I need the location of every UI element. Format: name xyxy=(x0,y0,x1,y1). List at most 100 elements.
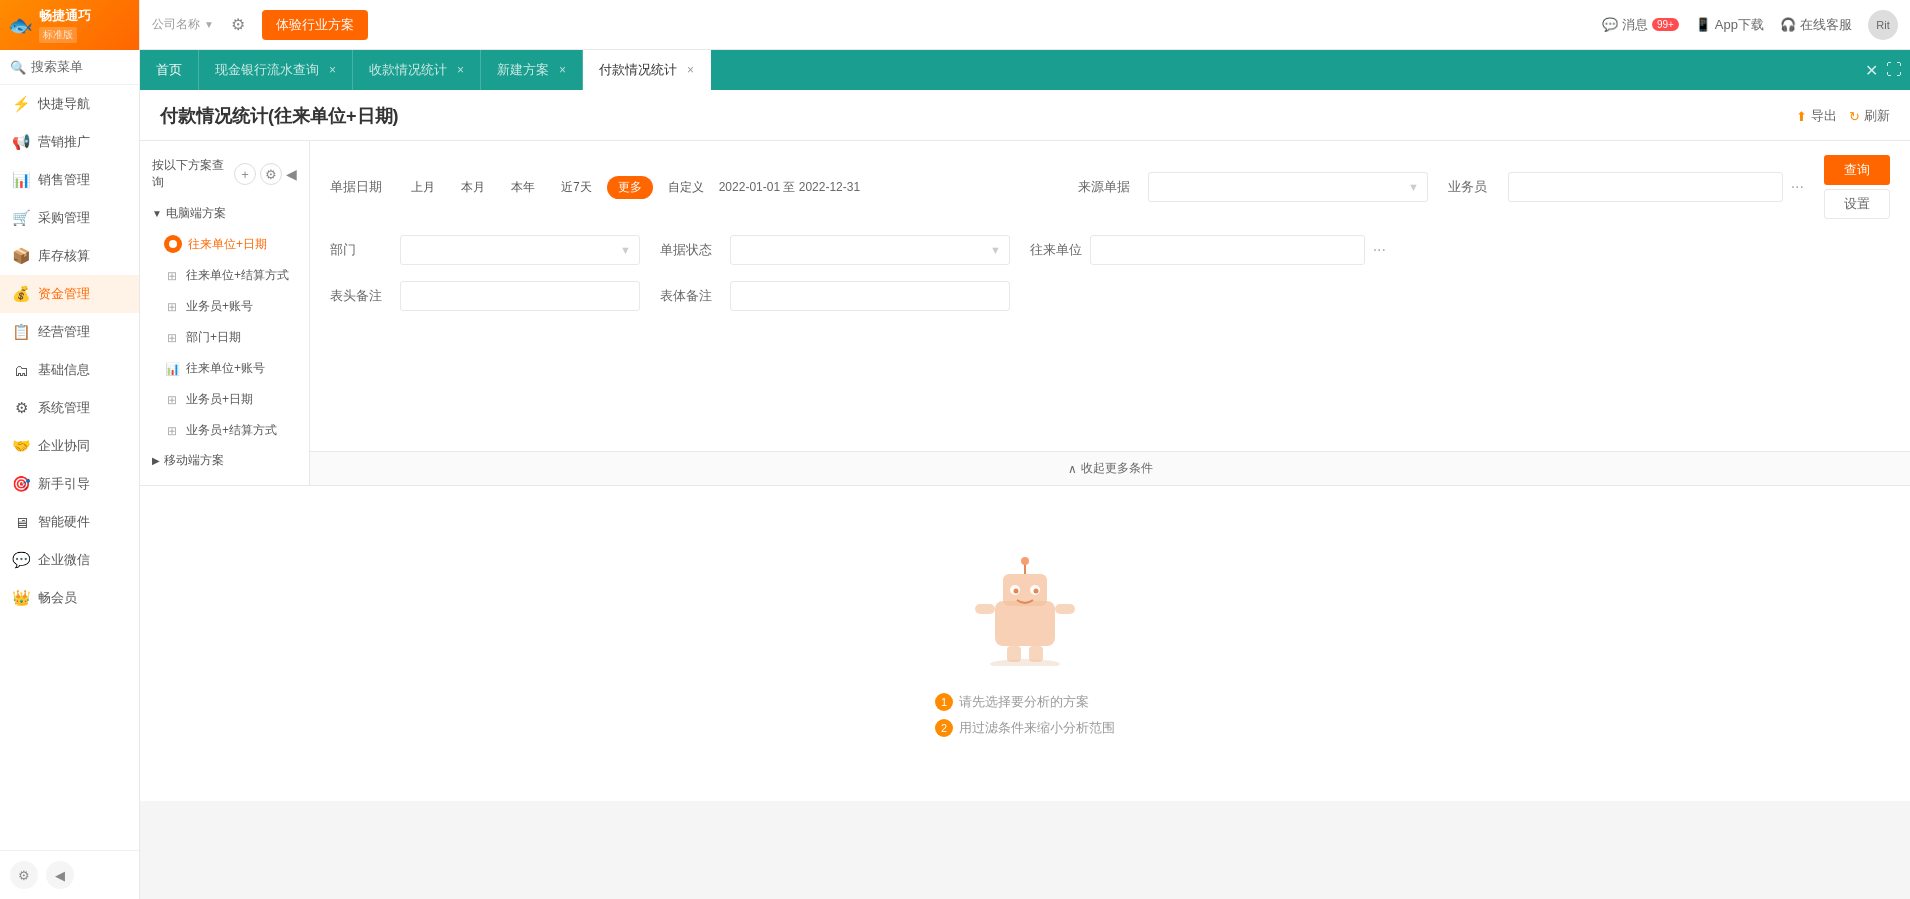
sidebar-collapse-button[interactable]: ◀ xyxy=(46,861,74,889)
search-menu-button[interactable]: 🔍 搜索菜单 xyxy=(0,50,139,85)
trial-button[interactable]: 体验行业方案 xyxy=(262,10,368,40)
sidebar-item-vip[interactable]: 👑 畅会员 xyxy=(0,579,139,617)
sidebar-item-hardware[interactable]: 🖥 智能硬件 xyxy=(0,503,139,541)
sidebar-item-basic-info[interactable]: 🗂 基础信息 xyxy=(0,351,139,389)
scheme-collapse-button[interactable]: ◀ xyxy=(286,166,297,182)
tab-receivable[interactable]: 收款情况统计 × xyxy=(353,50,481,90)
date-btn-last-7-days[interactable]: 近7天 xyxy=(550,175,603,200)
header-note-input[interactable] xyxy=(400,281,640,311)
scheme-item-salesman-date[interactable]: ⊞ 业务员+日期 xyxy=(140,384,309,415)
tab-payment-stats[interactable]: 付款情况统计 × xyxy=(583,50,711,90)
sidebar-item-operations[interactable]: 📋 经营管理 xyxy=(0,313,139,351)
date-label: 单据日期 xyxy=(330,178,400,196)
dept-label: 部门 xyxy=(330,241,400,259)
scheme-add-button[interactable]: + xyxy=(234,163,256,185)
scheme-item-salesman-payment[interactable]: ⊞ 业务员+结算方式 xyxy=(140,415,309,446)
sidebar-item-inventory[interactable]: 📦 库存核算 xyxy=(0,237,139,275)
user-avatar-text: Rit xyxy=(1876,19,1889,31)
partner-input[interactable] xyxy=(1090,235,1365,265)
tab-close-all-button[interactable]: ✕ xyxy=(1865,61,1878,80)
scheme-item-dept-date[interactable]: ⊞ 部门+日期 xyxy=(140,322,309,353)
sidebar-footer-settings[interactable]: ⚙ xyxy=(10,861,38,889)
scheme-item-salesman-payment-label: 业务员+结算方式 xyxy=(186,422,277,439)
empty-robot-svg xyxy=(955,546,1095,666)
scheme-item-unit-date-label: 往来单位+日期 xyxy=(188,236,267,253)
scheme-group-mobile-header[interactable]: ▶ 移动端方案 xyxy=(140,446,309,475)
empty-tip-2: 2 用过滤条件来缩小分析范围 xyxy=(935,715,1115,741)
sidebar-item-label: 基础信息 xyxy=(38,361,90,379)
export-icon: ⬆ xyxy=(1796,109,1807,124)
tab-cash-bank[interactable]: 现金银行流水查询 × xyxy=(199,50,353,90)
scheme-item-table-icon4: ⊞ xyxy=(164,392,180,408)
salesman-input[interactable] xyxy=(1508,172,1783,202)
scheme-settings-button[interactable]: ⚙ xyxy=(260,163,282,185)
sidebar-item-sales[interactable]: 📊 销售管理 xyxy=(0,161,139,199)
scheme-panel: 按以下方案查询 + ⚙ ◀ ▼ 电脑端方案 xyxy=(140,141,310,485)
tab-cash-bank-close[interactable]: × xyxy=(329,63,336,77)
refresh-button[interactable]: ↻ 刷新 xyxy=(1849,107,1890,125)
scheme-item-unit-account-label: 往来单位+账号 xyxy=(186,360,265,377)
sidebar-item-system[interactable]: ⚙ 系统管理 xyxy=(0,389,139,427)
sidebar-item-label: 企业微信 xyxy=(38,551,90,569)
scheme-group-desktop-label: 电脑端方案 xyxy=(166,205,226,222)
source-input[interactable]: ▼ xyxy=(1148,172,1428,202)
date-btn-custom[interactable]: 自定义 xyxy=(657,175,715,200)
sidebar-item-quick-nav[interactable]: ⚡ 快捷导航 xyxy=(0,85,139,123)
sidebar: 🐟 畅捷通巧 标准版 🔍 搜索菜单 ⚡ 快捷导航 📢 营销推广 📊 销售管理 🛒… xyxy=(0,0,140,899)
sidebar-item-purchase[interactable]: 🛒 采购管理 xyxy=(0,199,139,237)
app-download-button[interactable]: 📱 App下载 xyxy=(1695,16,1764,34)
settings-small-button[interactable]: 设置 xyxy=(1824,189,1890,219)
sidebar-item-label: 新手引导 xyxy=(38,475,90,493)
sidebar-item-label: 营销推广 xyxy=(38,133,90,151)
tab-receivable-close[interactable]: × xyxy=(457,63,464,77)
doc-status-input[interactable]: ▼ xyxy=(730,235,1010,265)
scheme-group-mobile: ▶ 移动端方案 xyxy=(140,446,309,475)
scheme-item-chart-icon: 📊 xyxy=(164,361,180,377)
funds-icon: 💰 xyxy=(12,285,30,303)
scheme-item-unit-payment[interactable]: ⊞ 往来单位+结算方式 xyxy=(140,260,309,291)
online-service-button[interactable]: 🎧 在线客服 xyxy=(1780,16,1852,34)
scheme-item-table-icon: ⊞ xyxy=(164,268,180,284)
sidebar-item-guide[interactable]: 🎯 新手引导 xyxy=(0,465,139,503)
body-note-input[interactable] xyxy=(730,281,1010,311)
tab-new-scheme-close[interactable]: × xyxy=(559,63,566,77)
date-btn-last-month[interactable]: 上月 xyxy=(400,175,446,200)
export-button[interactable]: ⬆ 导出 xyxy=(1796,107,1837,125)
date-btn-this-month[interactable]: 本月 xyxy=(450,175,496,200)
dept-input[interactable]: ▼ xyxy=(400,235,640,265)
sidebar-item-enterprise[interactable]: 🤝 企业协同 xyxy=(0,427,139,465)
salesman-dots-button[interactable]: ··· xyxy=(1787,178,1808,196)
sidebar-item-wechat[interactable]: 💬 企业微信 xyxy=(0,541,139,579)
scheme-group-desktop-header[interactable]: ▼ 电脑端方案 xyxy=(140,199,309,228)
tab-cash-bank-label: 现金银行流水查询 xyxy=(215,61,319,79)
query-button[interactable]: 查询 xyxy=(1824,155,1890,185)
sidebar-item-funds[interactable]: 💰 资金管理 xyxy=(0,275,139,313)
svg-point-12 xyxy=(990,659,1060,666)
date-btn-more[interactable]: 更多 xyxy=(607,176,653,199)
collapse-more-button[interactable]: ∧ 收起更多条件 xyxy=(310,451,1910,485)
messages-badge: 99+ xyxy=(1652,18,1679,31)
header-settings-button[interactable]: ⚙ xyxy=(224,11,252,39)
tab-new-scheme-label: 新建方案 xyxy=(497,61,549,79)
tab-new-scheme[interactable]: 新建方案 × xyxy=(481,50,583,90)
tab-fullscreen-button[interactable]: ⛶ xyxy=(1886,61,1902,79)
tab-payment-stats-close[interactable]: × xyxy=(687,63,694,77)
sidebar-header: 🐟 畅捷通巧 标准版 xyxy=(0,0,139,50)
vip-icon: 👑 xyxy=(12,589,30,607)
user-avatar[interactable]: Rit xyxy=(1868,10,1898,40)
tab-home[interactable]: 首页 xyxy=(140,50,199,90)
svg-rect-9 xyxy=(1055,604,1075,614)
scheme-item-salesman-account[interactable]: ⊞ 业务员+账号 xyxy=(140,291,309,322)
salesman-field-wrap: ··· xyxy=(1508,172,1808,202)
scheme-item-unit-date[interactable]: 往来单位+日期 xyxy=(140,228,309,260)
date-options: 上月 本月 本年 近7天 更多 自定义 2022-01-01 至 2022-12… xyxy=(400,175,1058,200)
messages-button[interactable]: 💬 消息 99+ xyxy=(1602,16,1679,34)
scheme-item-unit-account[interactable]: 📊 往来单位+账号 xyxy=(140,353,309,384)
basic-info-icon: 🗂 xyxy=(12,361,30,379)
date-btn-this-year[interactable]: 本年 xyxy=(500,175,546,200)
empty-tip-1-text: 请先选择要分析的方案 xyxy=(959,689,1089,715)
partner-dots-button[interactable]: ··· xyxy=(1369,241,1390,259)
sidebar-item-marketing[interactable]: 📢 营销推广 xyxy=(0,123,139,161)
scheme-panel-header: 按以下方案查询 + ⚙ ◀ xyxy=(140,151,309,199)
company-selector[interactable]: 公司名称 ▼ xyxy=(152,16,214,33)
